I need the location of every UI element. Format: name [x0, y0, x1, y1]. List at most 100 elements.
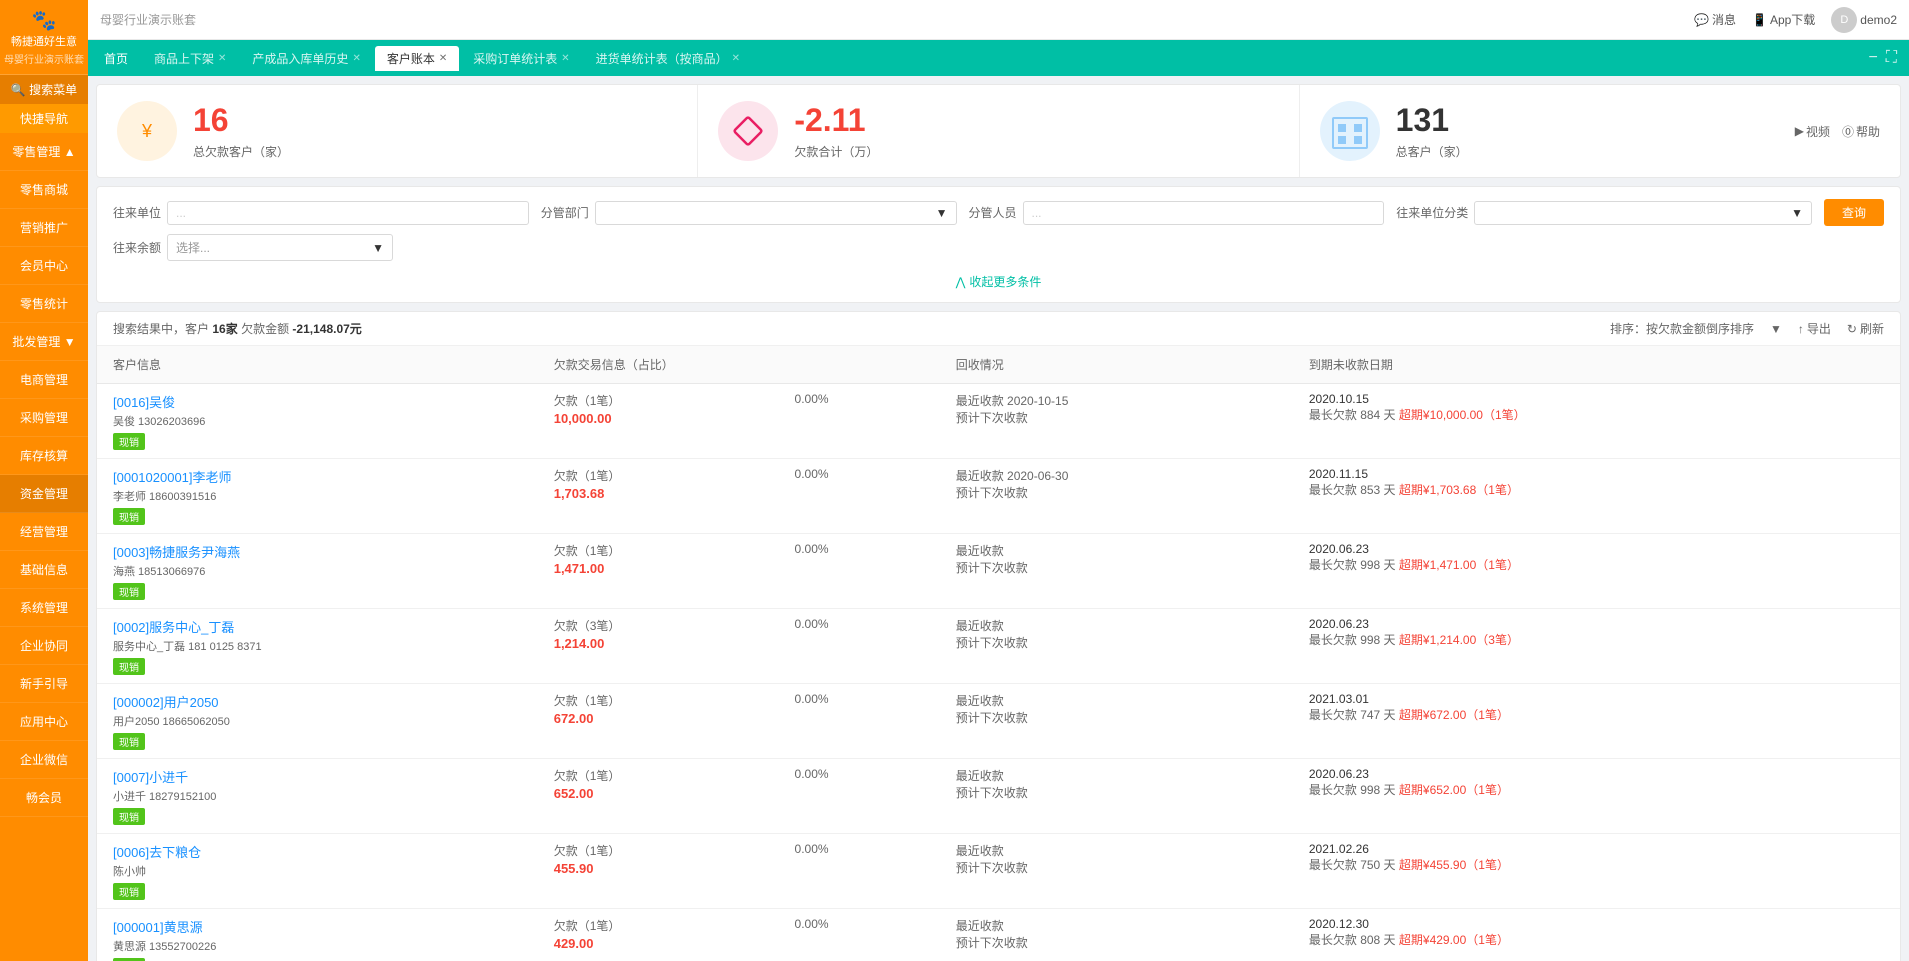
tab-purchase-summary[interactable]: 进货单统计表（按商品） ✕: [584, 46, 752, 71]
avatar: D: [1831, 7, 1857, 33]
debt-ratio: 0.00%: [795, 617, 924, 631]
search-menu[interactable]: 🔍 搜索菜单: [0, 75, 88, 104]
export-btn[interactable]: ↑ 导出: [1798, 320, 1831, 337]
sidebar-item-label: 零售管理 ▲: [12, 145, 75, 159]
overdue-link[interactable]: 超期¥429.00（1笔）: [1399, 933, 1509, 947]
cell-ratio: 0.00%: [779, 534, 940, 609]
customer-contact: 小进千 18279152100: [113, 788, 522, 804]
sidebar-item-inventory[interactable]: 库存核算: [0, 437, 88, 475]
app-subtitle: 母婴行业演示账套: [4, 51, 84, 66]
tab-customer-account[interactable]: 客户账本 ✕: [375, 46, 459, 71]
search-menu-label: 搜索菜单: [29, 83, 77, 97]
next-payment: 预计下次收款: [956, 559, 1277, 576]
tab-label: 客户账本: [387, 50, 435, 67]
table-row: [0007]小进千 小进千 18279152100 现销 欠款（1笔） 652.…: [97, 759, 1900, 834]
sidebar-item-retail-store[interactable]: 零售商城: [0, 171, 88, 209]
sidebar-item-operations[interactable]: 经营管理: [0, 513, 88, 551]
category-select[interactable]: ▼: [1474, 201, 1812, 225]
sidebar-item-guide[interactable]: 新手引导: [0, 665, 88, 703]
balance-placeholder: 选择...: [176, 239, 210, 256]
collapse-filter-btn[interactable]: ⋀ 收起更多条件: [113, 269, 1884, 290]
quick-nav[interactable]: 快捷导航: [0, 104, 88, 133]
overdue-link[interactable]: 超期¥10,000.00（1笔）: [1399, 408, 1526, 422]
summary-cards: ¥ 16 总欠款客户（家） -2.11 欠款合计（万）: [96, 84, 1901, 178]
overdue-link[interactable]: 超期¥652.00（1笔）: [1399, 783, 1509, 797]
tab-close-icon[interactable]: ✕: [561, 53, 569, 64]
manager-label: 分管人员: [969, 204, 1017, 221]
chevron-down-icon[interactable]: ▼: [1770, 322, 1782, 336]
dept-select[interactable]: ▼: [595, 201, 957, 225]
filter-category: 往来单位分类 ▼: [1396, 201, 1812, 225]
tabs-minimize-btn[interactable]: −: [1868, 49, 1877, 67]
sidebar-item-member-plus[interactable]: 畅会员: [0, 779, 88, 817]
sidebar-item-app-center[interactable]: 应用中心: [0, 703, 88, 741]
tabs-expand-btn[interactable]: ⛶: [1886, 49, 1897, 67]
customer-name-link[interactable]: [0002]服务中心_丁磊: [113, 617, 522, 636]
sidebar-item-finance[interactable]: 资金管理: [0, 475, 88, 513]
message-btn[interactable]: 💬 消息: [1694, 11, 1736, 28]
sidebar-item-purchase[interactable]: 采购管理: [0, 399, 88, 437]
tab-product-history[interactable]: 产成品入库单历史 ✕: [240, 46, 372, 71]
cell-collection: 最近收款 预计下次收款: [940, 834, 1293, 909]
overdue-link[interactable]: 超期¥1,703.68（1笔）: [1399, 483, 1519, 497]
app-download-btn[interactable]: 📱 App下载: [1752, 11, 1815, 28]
vendor-input[interactable]: ...: [167, 201, 529, 225]
sidebar-item-basic-info[interactable]: 基础信息: [0, 551, 88, 589]
overdue-link[interactable]: 超期¥672.00（1笔）: [1399, 708, 1509, 722]
video-btn[interactable]: ▶ 视频: [1795, 123, 1830, 140]
svg-text:¥: ¥: [141, 121, 153, 141]
total-customer-label: 总客户（家）: [1396, 143, 1779, 160]
due-date-value: 2020.12.30: [1309, 917, 1884, 931]
customer-name-link[interactable]: [0016]吴俊: [113, 392, 522, 411]
cell-due-date: 2020.11.15 最长欠款 853 天 超期¥1,703.68（1笔）: [1293, 459, 1900, 534]
overdue-days: 最长欠款 747 天 超期¥672.00（1笔）: [1309, 706, 1884, 723]
overdue-link[interactable]: 超期¥1,214.00（3笔）: [1399, 633, 1519, 647]
debt-ratio: 0.00%: [795, 392, 924, 406]
sidebar-item-member[interactable]: 会员中心: [0, 247, 88, 285]
query-button[interactable]: 查询: [1824, 199, 1884, 226]
customer-name-link[interactable]: [0007]小进千: [113, 767, 522, 786]
customer-name-link[interactable]: [0003]畅捷服务尹海燕: [113, 542, 522, 561]
tab-purchase-stats[interactable]: 采购订单统计表 ✕: [461, 46, 581, 71]
customer-tag: 现销: [113, 733, 145, 750]
chevron-down-icon: ▼: [936, 206, 948, 220]
manager-input[interactable]: ...: [1023, 201, 1385, 225]
sidebar-item-retail-stats[interactable]: 零售统计: [0, 285, 88, 323]
user-profile[interactable]: D demo2: [1831, 7, 1897, 33]
customer-name-link[interactable]: [000001]黄思源: [113, 917, 522, 936]
overdue-days: 最长欠款 998 天 超期¥1,471.00（1笔）: [1309, 556, 1884, 573]
due-date-value: 2020.06.23: [1309, 617, 1884, 631]
refresh-btn[interactable]: ↻ 刷新: [1847, 320, 1884, 337]
tab-close-icon[interactable]: ✕: [732, 53, 740, 64]
sidebar-item-wholesale[interactable]: 批发管理 ▼: [0, 323, 88, 361]
customer-name-link[interactable]: [000002]用户2050: [113, 692, 522, 711]
next-payment: 预计下次收款: [956, 484, 1277, 501]
customer-name-link[interactable]: [0006]去下粮仓: [113, 842, 522, 861]
sidebar-item-system[interactable]: 系统管理: [0, 589, 88, 627]
overdue-link[interactable]: 超期¥1,471.00（1笔）: [1399, 558, 1519, 572]
table-row: [0016]吴俊 吴俊 13026203696 现销 欠款（1笔） 10,000…: [97, 384, 1900, 459]
sidebar-item-wecom[interactable]: 企业微信: [0, 741, 88, 779]
sidebar-item-marketing[interactable]: 营销推广: [0, 209, 88, 247]
overdue-link[interactable]: 超期¥455.90（1笔）: [1399, 858, 1509, 872]
tab-home[interactable]: 首页: [92, 46, 140, 71]
tab-close-icon[interactable]: ✕: [439, 53, 447, 64]
sidebar-item-label: 经营管理: [20, 525, 68, 539]
sidebar-item-collab[interactable]: 企业协同: [0, 627, 88, 665]
sidebar-item-retail-management[interactable]: 零售管理 ▲: [0, 133, 88, 171]
table-row: [0002]服务中心_丁磊 服务中心_丁磊 181 0125 8371 现销 欠…: [97, 609, 1900, 684]
customer-count: 16家: [212, 322, 237, 336]
sidebar-item-ecommerce[interactable]: 电商管理: [0, 361, 88, 399]
tab-product-shelf[interactable]: 商品上下架 ✕: [142, 46, 238, 71]
app-name: 畅捷通好生意: [4, 35, 84, 49]
cell-customer-info: [000001]黄思源 黄思源 13552700226 现销: [97, 909, 538, 961]
tab-close-icon[interactable]: ✕: [218, 53, 226, 64]
due-date-value: 2021.02.26: [1309, 842, 1884, 856]
debt-amount: -21,148.07元: [292, 322, 361, 336]
help-btn[interactable]: ⓪ 帮助: [1842, 123, 1880, 140]
balance-select[interactable]: 选择... ▼: [167, 234, 393, 261]
customer-name-link[interactable]: [0001020001]李老师: [113, 467, 522, 486]
table-header-row: 客户信息 欠款交易信息（占比） 回收情况 到期未收款日期: [97, 346, 1900, 384]
sidebar-item-label: 企业协同: [20, 639, 68, 653]
tab-close-icon[interactable]: ✕: [352, 53, 360, 64]
